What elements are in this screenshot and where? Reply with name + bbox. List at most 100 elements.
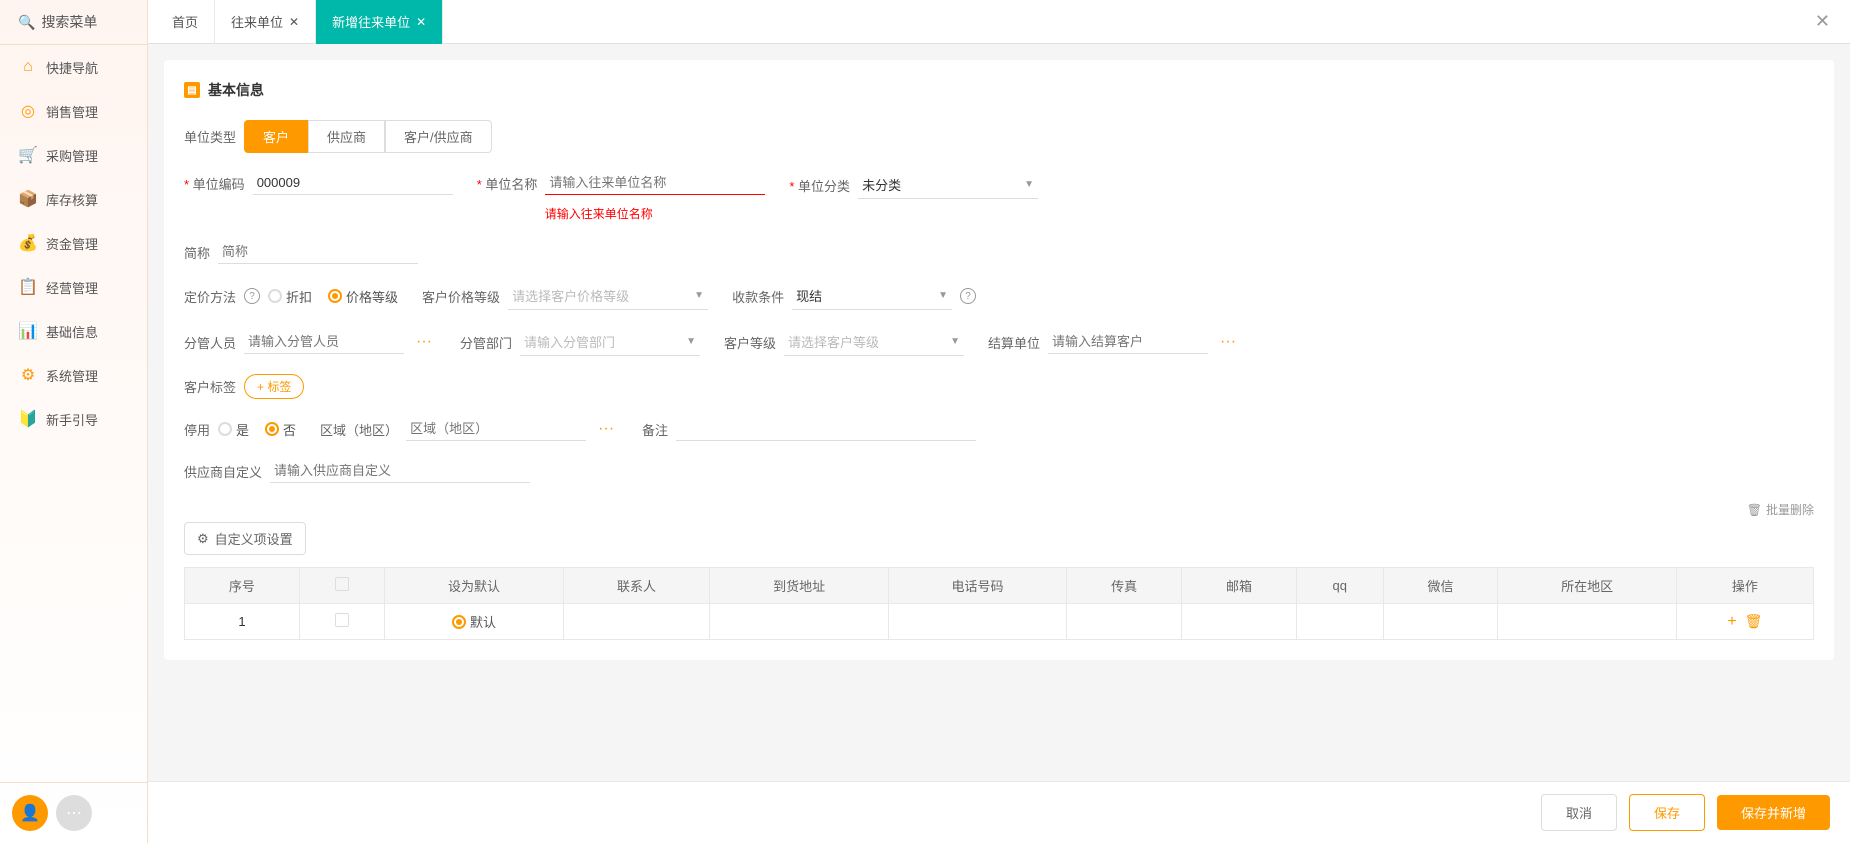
manager-label: 分管人员 bbox=[184, 333, 236, 352]
sidebar-item-system[interactable]: ⚙ 系统管理 bbox=[0, 353, 147, 397]
pricing-discount-radio[interactable] bbox=[268, 289, 282, 303]
row-checkbox[interactable] bbox=[335, 613, 349, 627]
th-qq: qq bbox=[1296, 568, 1383, 604]
supplier-custom-field: 供应商自定义 bbox=[184, 459, 530, 483]
pricing-help-icon[interactable]: ? bbox=[244, 288, 260, 304]
settlement-unit-input[interactable] bbox=[1048, 330, 1208, 354]
save-button[interactable]: 保存 bbox=[1629, 794, 1705, 831]
department-select[interactable]: 请输入分管部门 ▼ bbox=[520, 328, 700, 356]
tab-counterparty[interactable]: 往来单位 ✕ bbox=[215, 0, 316, 44]
disabled-no-radio[interactable] bbox=[265, 422, 279, 436]
custom-settings-label: 自定义项设置 bbox=[215, 529, 293, 548]
region-label: 区域（地区） bbox=[320, 420, 398, 439]
row-delete-btn[interactable]: 🗑 bbox=[1745, 613, 1763, 631]
unit-category-value: 未分类 bbox=[862, 175, 1020, 194]
disabled-no-item[interactable]: 否 bbox=[265, 420, 296, 439]
th-area: 所在地区 bbox=[1498, 568, 1676, 604]
manager-row: 分管人员 ··· 分管部门 请输入分管部门 ▼ 客户等级 请选择客户等级 ▼ bbox=[184, 328, 1814, 356]
default-radio[interactable] bbox=[452, 615, 466, 629]
manager-more-btn[interactable]: ··· bbox=[412, 333, 436, 351]
search-icon: 🔍 bbox=[18, 14, 35, 31]
payment-terms-field: 收款条件 现结 ▼ ? bbox=[732, 282, 976, 310]
settlement-more-btn[interactable]: ··· bbox=[1216, 333, 1240, 351]
cancel-button[interactable]: 取消 bbox=[1541, 794, 1617, 831]
tab-new-counterparty-label: 新增往来单位 bbox=[332, 12, 410, 31]
unit-code-input[interactable] bbox=[253, 171, 453, 195]
sidebar-item-inventory[interactable]: 📦 库存核算 bbox=[0, 177, 147, 221]
default-radio-item[interactable]: 默认 bbox=[395, 612, 552, 631]
sidebar-user-btn[interactable]: 👤 bbox=[12, 795, 48, 831]
unit-category-select[interactable]: 未分类 ▼ bbox=[858, 171, 1038, 199]
td-contact bbox=[563, 604, 710, 640]
tab-new-counterparty-close[interactable]: ✕ bbox=[416, 16, 426, 28]
table-header-row: 序号 设为默认 联系人 到货地址 电话号码 传真 邮箱 qq 微信 所在地区 操… bbox=[185, 568, 1814, 604]
sidebar-search[interactable]: 🔍 搜索菜单 bbox=[0, 0, 147, 45]
tab-bar-close[interactable]: ✕ bbox=[1803, 11, 1842, 32]
sidebar-item-quick-nav[interactable]: ⌂ 快捷导航 bbox=[0, 45, 147, 89]
disabled-field: 停用 是 否 bbox=[184, 420, 296, 439]
sidebar-settings-btn[interactable]: ⋯ bbox=[56, 795, 92, 831]
sidebar-item-finance[interactable]: 💰 资金管理 bbox=[0, 221, 147, 265]
payment-terms-help-icon[interactable]: ? bbox=[960, 288, 976, 304]
td-checkbox bbox=[299, 604, 385, 640]
region-more-btn[interactable]: ··· bbox=[594, 420, 618, 438]
contact-table: 序号 设为默认 联系人 到货地址 电话号码 传真 邮箱 qq 微信 所在地区 操… bbox=[184, 567, 1814, 640]
unit-name-label: 单位名称 bbox=[477, 174, 538, 193]
section-icon: ▤ bbox=[184, 82, 200, 98]
sidebar-item-label: 资金管理 bbox=[46, 234, 98, 253]
manager-field: 分管人员 ··· bbox=[184, 330, 436, 354]
pricing-discount-label: 折扣 bbox=[286, 287, 312, 306]
tab-home[interactable]: 首页 bbox=[156, 0, 215, 44]
header-checkbox[interactable] bbox=[335, 577, 349, 591]
pricing-level-label: 价格等级 bbox=[346, 287, 398, 306]
type-btn-both[interactable]: 客户/供应商 bbox=[385, 120, 492, 153]
sidebar-item-beginner[interactable]: 🔰 新手引导 bbox=[0, 397, 147, 441]
sidebar-item-basic-info[interactable]: 📊 基础信息 bbox=[0, 309, 147, 353]
th-checkbox bbox=[299, 568, 385, 604]
payment-terms-label: 收款条件 bbox=[732, 287, 784, 306]
customer-level-chevron: ▼ bbox=[950, 336, 960, 347]
remark-input[interactable] bbox=[676, 417, 976, 441]
th-contact: 联系人 bbox=[563, 568, 710, 604]
tab-bar: 首页 往来单位 ✕ 新增往来单位 ✕ ✕ bbox=[148, 0, 1850, 44]
type-btn-customer[interactable]: 客户 bbox=[244, 120, 308, 153]
customer-price-level-chevron: ▼ bbox=[694, 290, 704, 301]
sidebar-item-purchase[interactable]: 🛒 采购管理 bbox=[0, 133, 147, 177]
disabled-yes-radio[interactable] bbox=[218, 422, 232, 436]
sidebar-item-operations[interactable]: 📋 经营管理 bbox=[0, 265, 147, 309]
payment-terms-select[interactable]: 现结 ▼ bbox=[792, 282, 952, 310]
sidebar-bottom: 👤 ⋯ bbox=[0, 782, 147, 843]
th-actions: 操作 bbox=[1676, 568, 1813, 604]
save-new-button[interactable]: 保存并新增 bbox=[1717, 795, 1830, 830]
sidebar-item-label: 销售管理 bbox=[46, 102, 98, 121]
form-card: ▤ 基本信息 单位类型 客户 供应商 客户/供应商 单位编码 bbox=[164, 60, 1834, 660]
manager-input[interactable] bbox=[244, 330, 404, 354]
sidebar-item-label: 基础信息 bbox=[46, 322, 98, 341]
batch-delete-btn[interactable]: 🗑 批量删除 bbox=[1747, 501, 1814, 518]
pricing-level-item[interactable]: 价格等级 bbox=[328, 287, 398, 306]
customer-level-select[interactable]: 请选择客户等级 ▼ bbox=[784, 328, 964, 356]
tab-counterparty-close[interactable]: ✕ bbox=[289, 16, 299, 28]
custom-settings-btn[interactable]: ⚙ 自定义项设置 bbox=[184, 522, 306, 555]
short-name-input[interactable] bbox=[218, 240, 418, 264]
unit-category-label: 单位分类 bbox=[789, 176, 850, 195]
settlement-unit-field: 结算单位 ··· bbox=[988, 330, 1240, 354]
pricing-level-radio[interactable] bbox=[328, 289, 342, 303]
tab-new-counterparty[interactable]: 新增往来单位 ✕ bbox=[316, 0, 443, 44]
add-tag-btn[interactable]: + 标签 bbox=[244, 374, 304, 399]
sidebar-item-sales[interactable]: ◎ 销售管理 bbox=[0, 89, 147, 133]
customer-price-level-select[interactable]: 请选择客户价格等级 ▼ bbox=[508, 282, 708, 310]
disabled-row: 停用 是 否 区域（地区） ··· bbox=[184, 417, 1814, 441]
table-row: 1 默认 bbox=[185, 604, 1814, 640]
pricing-method-label: 定价方法 bbox=[184, 287, 236, 306]
unit-name-input[interactable] bbox=[545, 171, 765, 195]
row-add-btn[interactable]: + bbox=[1727, 613, 1736, 631]
th-default: 设为默认 bbox=[385, 568, 563, 604]
supplier-custom-input[interactable] bbox=[270, 459, 530, 483]
region-input[interactable] bbox=[406, 417, 586, 441]
pricing-discount-item[interactable]: 折扣 bbox=[268, 287, 312, 306]
sidebar-item-label: 系统管理 bbox=[46, 366, 98, 385]
disabled-yes-item[interactable]: 是 bbox=[218, 420, 249, 439]
type-btn-supplier[interactable]: 供应商 bbox=[308, 120, 385, 153]
customer-level-label: 客户等级 bbox=[724, 333, 776, 352]
